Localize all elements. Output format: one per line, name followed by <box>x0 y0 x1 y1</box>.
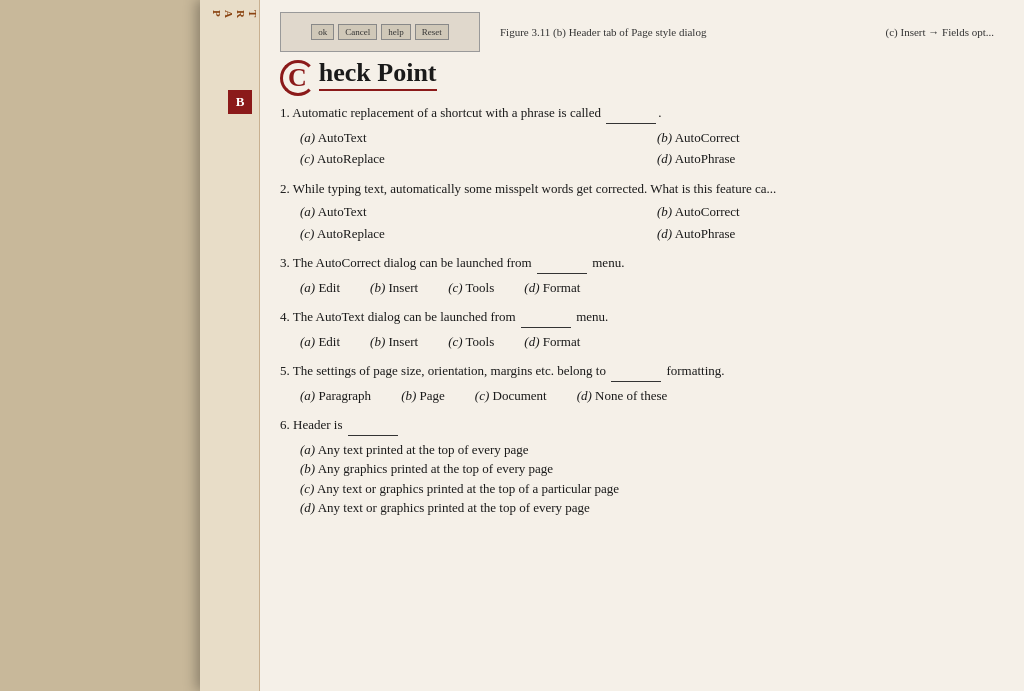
q2-opt-d: (d) AutoPhrase <box>657 224 994 244</box>
figure-caption: Figure 3.11 (b) Header tab of Page style… <box>500 26 886 38</box>
questions-list: 1. Automatic replacement of a shortcut w… <box>280 103 994 518</box>
q6-options: (a) Any text printed at the top of every… <box>280 440 994 518</box>
q4-opt-a: (a) Edit <box>300 332 340 352</box>
q3-options: (a) Edit (b) Insert (c) Tools (d) Format <box>280 278 994 298</box>
q4-opt-d: (d) Format <box>524 332 580 352</box>
question-5: 5. The settings of page size, orientatio… <box>280 361 994 405</box>
q6-opt-b: (b) Any graphics printed at the top of e… <box>300 459 994 479</box>
q1-opt-c: (c) AutoReplace <box>300 149 637 169</box>
dialog-btn-reset[interactable]: Reset <box>415 24 449 40</box>
figure-area: ok Cancel help Reset Figure 3.11 (b) Hea… <box>280 8 994 52</box>
question-4: 4. The AutoText dialog can be launched f… <box>280 307 994 351</box>
question-5-text: 5. The settings of page size, orientatio… <box>280 361 994 382</box>
q3-opt-b: (b) Insert <box>370 278 418 298</box>
q6-num: 6. <box>280 417 290 432</box>
q4-opt-b: (b) Insert <box>370 332 418 352</box>
checkpoint-header: C heck Point <box>280 58 994 91</box>
part-text: PART <box>211 10 259 20</box>
q3-num: 3. <box>280 255 290 270</box>
dialog-buttons: ok Cancel help Reset <box>311 24 449 40</box>
question-4-text: 4. The AutoText dialog can be launched f… <box>280 307 994 328</box>
question-6: 6. Header is (a) Any text printed at the… <box>280 415 994 518</box>
q4-opt-c: (c) Tools <box>448 332 494 352</box>
q5-opt-b: (b) Page <box>401 386 445 406</box>
content-area: ok Cancel help Reset Figure 3.11 (b) Hea… <box>270 0 1014 691</box>
q4-blank <box>521 307 571 328</box>
part-b-label: B <box>236 94 245 110</box>
dialog-btn-cancel[interactable]: Cancel <box>338 24 377 40</box>
q1-opt-d: (d) AutoPhrase <box>657 149 994 169</box>
checkpoint-c-letter: C <box>288 63 307 92</box>
q6-opt-a: (a) Any text printed at the top of every… <box>300 440 994 460</box>
q3-blank <box>537 253 587 274</box>
q6-blank <box>348 415 398 436</box>
q5-opt-c: (c) Document <box>475 386 547 406</box>
checkpoint-title: heck Point <box>319 58 437 91</box>
q1-options: (a) AutoText (b) AutoCorrect (c) AutoRep… <box>280 128 994 169</box>
q1-num: 1. <box>280 105 290 120</box>
question-6-text: 6. Header is <box>280 415 994 436</box>
q6-opt-c: (c) Any text or graphics printed at the … <box>300 479 994 499</box>
q4-num: 4. <box>280 309 290 324</box>
q3-opt-c: (c) Tools <box>448 278 494 298</box>
q6-opt-d: (d) Any text or graphics printed at the … <box>300 498 994 518</box>
dialog-btn-ok[interactable]: ok <box>311 24 334 40</box>
q5-opt-a: (a) Paragraph <box>300 386 371 406</box>
q1-blank <box>606 103 656 124</box>
q3-opt-d: (d) Format <box>524 278 580 298</box>
q5-opt-d: (d) None of these <box>577 386 668 406</box>
q2-num: 2. <box>280 181 290 196</box>
q2-opt-b: (b) AutoCorrect <box>657 202 994 222</box>
q1-opt-a: (a) AutoText <box>300 128 637 148</box>
q3-opt-a: (a) Edit <box>300 278 340 298</box>
question-3-text: 3. The AutoCorrect dialog can be launche… <box>280 253 994 274</box>
question-1: 1. Automatic replacement of a shortcut w… <box>280 103 994 169</box>
q5-options: (a) Paragraph (b) Page (c) Document (d) … <box>280 386 994 406</box>
q2-options: (a) AutoText (b) AutoCorrect (c) AutoRep… <box>280 202 994 243</box>
question-1-text: 1. Automatic replacement of a shortcut w… <box>280 103 994 124</box>
question-3: 3. The AutoCorrect dialog can be launche… <box>280 253 994 297</box>
q2-opt-c: (c) AutoReplace <box>300 224 637 244</box>
dialog-mock: ok Cancel help Reset <box>280 12 480 52</box>
q5-num: 5. <box>280 363 290 378</box>
insert-caption: (c) Insert → Fields opt... <box>886 26 994 38</box>
dialog-btn-help[interactable]: help <box>381 24 411 40</box>
part-label: PART <box>220 0 250 20</box>
q5-blank <box>611 361 661 382</box>
q1-opt-b: (b) AutoCorrect <box>657 128 994 148</box>
question-2: 2. While typing text, automatically some… <box>280 179 994 244</box>
question-2-text: 2. While typing text, automatically some… <box>280 179 994 199</box>
q2-opt-a: (a) AutoText <box>300 202 637 222</box>
q4-options: (a) Edit (b) Insert (c) Tools (d) Format <box>280 332 994 352</box>
part-b-box: B <box>228 90 252 114</box>
